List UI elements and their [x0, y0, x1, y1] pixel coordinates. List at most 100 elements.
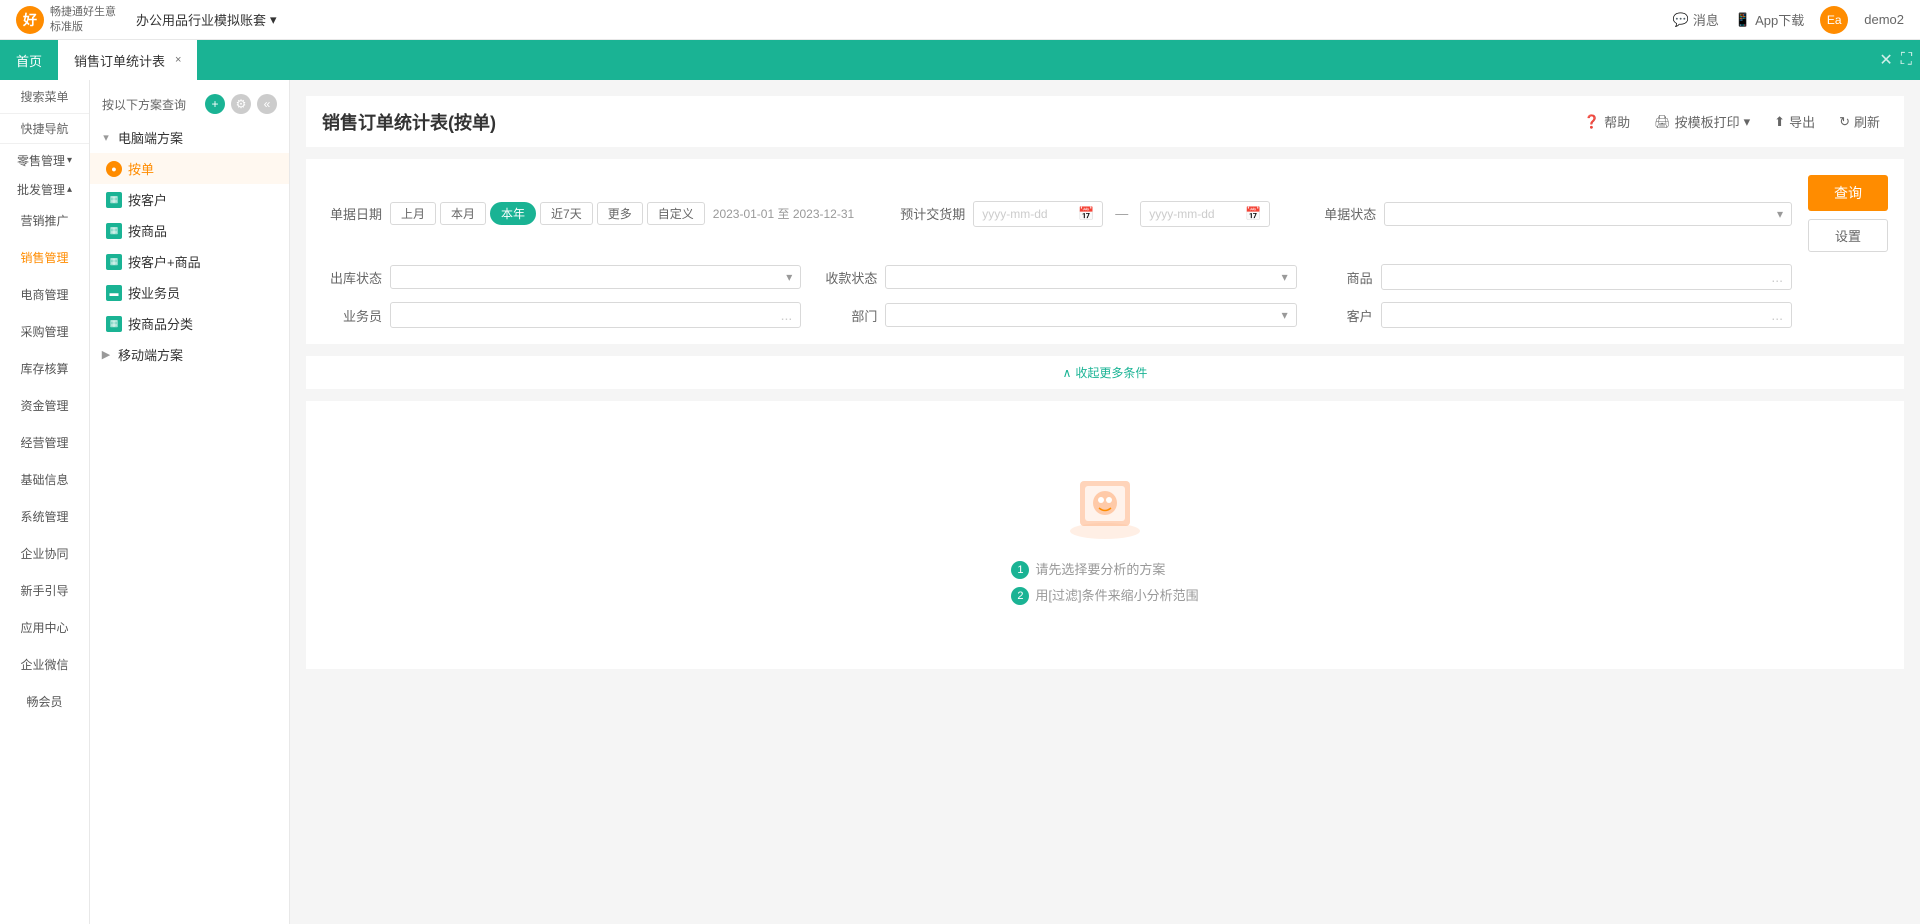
collapse-bar[interactable]: ∧ 收起更多条件 — [306, 356, 1904, 389]
sidebar-item-wechat[interactable]: 企业微信 — [0, 646, 89, 683]
sidebar-item-member[interactable]: 畅会员 — [0, 683, 89, 720]
pay-status-select[interactable]: ▾ — [885, 265, 1296, 289]
more-icon: ... — [1771, 269, 1783, 285]
circle-icon: ● — [106, 161, 122, 177]
sidebar-item-inventory[interactable]: 库存核算 — [0, 350, 89, 387]
query-actions: 查询 设置 — [1808, 175, 1888, 252]
print-button[interactable]: 🖨 按模板打印 ▾ — [1646, 108, 1758, 135]
chevron-down-icon: ▾ — [1744, 114, 1751, 130]
left-panel: 按以下方案查询 + ⚙ « ▾ 电脑端方案 ● 按单 ▦ — [90, 80, 290, 924]
more-icon: ... — [781, 307, 793, 323]
page-content: 按以下方案查询 + ⚙ « ▾ 电脑端方案 ● 按单 ▦ — [90, 80, 1920, 924]
top-bar: 好 畅捷通好生意 标准版 办公用品行业模拟账套 ▾ 💬 消息 📱 App下载 E… — [0, 0, 1920, 40]
expected-date-end[interactable]: yyyy-mm-dd 📅 — [1140, 201, 1270, 227]
tree-parent-desktop[interactable]: ▾ 电脑端方案 — [90, 122, 289, 153]
staff-filter: 业务员 ... — [322, 302, 801, 328]
grid-icon: ▦ — [106, 254, 122, 270]
logo-text: 畅捷通好生意 标准版 — [50, 5, 116, 34]
app-download-button[interactable]: 📱 App下载 — [1735, 10, 1804, 29]
tab-active[interactable]: 销售订单统计表 × — [58, 40, 197, 80]
hint-item-1: 1 请先选择要分析的方案 — [1011, 557, 1198, 583]
expected-date-start[interactable]: yyyy-mm-dd 📅 — [973, 201, 1103, 227]
goods-input[interactable]: ... — [1381, 264, 1792, 290]
tree-item-by-category[interactable]: ▦ 按商品分类 — [90, 308, 289, 339]
chevron-down-icon: ▾ — [270, 12, 277, 28]
status-filter: 单据状态 ▾ — [1316, 202, 1792, 226]
sidebar-item-cooperation[interactable]: 企业协同 — [0, 535, 89, 572]
export-button[interactable]: ⬆ 导出 — [1766, 108, 1823, 135]
chevron-down-icon: ▾ — [1282, 270, 1288, 284]
status-label: 单据状态 — [1316, 204, 1376, 223]
sidebar-item-newbie[interactable]: 新手引导 — [0, 572, 89, 609]
help-button[interactable]: ❓ 帮助 — [1576, 108, 1638, 135]
sidebar-item-sales[interactable]: 销售管理 — [0, 239, 89, 276]
date-btn-this-year[interactable]: 本年 — [490, 202, 536, 225]
date-btn-custom[interactable]: 自定义 — [647, 202, 705, 225]
message-button[interactable]: 💬 消息 — [1673, 10, 1719, 29]
goods-filter: 商品 ... — [1313, 264, 1792, 290]
tab-home[interactable]: 首页 — [0, 40, 58, 80]
avatar[interactable]: Ea — [1820, 6, 1848, 34]
left-panel-header: 按以下方案查询 + ⚙ « — [90, 90, 289, 122]
sidebar-item-marketing[interactable]: 营销推广 — [0, 202, 89, 239]
settings-button[interactable]: 设置 — [1808, 219, 1888, 252]
page-header: 销售订单统计表(按单) ❓ 帮助 🖨 按模板打印 ▾ ⬆ — [306, 96, 1904, 147]
print-icon: 🖨 — [1654, 114, 1671, 130]
chevron-up-icon: ∧ — [1063, 366, 1072, 380]
sidebar-item-purchase[interactable]: 采购管理 — [0, 313, 89, 350]
filter-row-2: 出库状态 ▾ 收款状态 ▾ — [322, 264, 1888, 290]
add-scheme-button[interactable]: + — [205, 94, 225, 114]
mobile-scheme-label: 移动端方案 — [118, 345, 183, 364]
sidebar-item-retail[interactable]: 零售管理 ▾ — [0, 144, 89, 173]
sidebar-item-basic[interactable]: 基础信息 — [0, 461, 89, 498]
tree-parent-mobile[interactable]: ▶ 移动端方案 — [90, 339, 289, 370]
tree-item-by-order[interactable]: ● 按单 — [90, 153, 289, 184]
tree-item-by-staff[interactable]: ▬ 按业务员 — [90, 277, 289, 308]
date-filter: 单据日期 上月 本月 本年 近7天 更多 自定义 2023-01-01 至 20… — [322, 202, 854, 225]
page-title: 销售订单统计表(按单) — [322, 109, 496, 135]
stock-status-select[interactable]: ▾ — [390, 265, 801, 289]
tab-close-button[interactable]: × — [175, 54, 181, 66]
query-button[interactable]: 查询 — [1808, 175, 1888, 211]
tree-item-by-customer-goods[interactable]: ▦ 按客户+商品 — [90, 246, 289, 277]
grid-icon: ▦ — [106, 192, 122, 208]
calendar-icon: 📅 — [1245, 206, 1261, 222]
date-btn-7days[interactable]: 近7天 — [540, 202, 593, 225]
app-selector[interactable]: 办公用品行业模拟账套 ▾ — [136, 10, 277, 29]
status-select[interactable]: ▾ — [1384, 202, 1792, 226]
expected-date-filter: 预计交货期 yyyy-mm-dd 📅 — yyyy-mm-dd 📅 — [900, 201, 1270, 227]
stock-status-label: 出库状态 — [322, 268, 382, 287]
setting-scheme-button[interactable]: ⚙ — [231, 94, 251, 114]
export-icon: ⬆ — [1774, 114, 1785, 130]
grid-icon: ▦ — [106, 316, 122, 332]
staff-input[interactable]: ... — [390, 302, 801, 328]
help-icon: ❓ — [1584, 114, 1600, 130]
sidebar-search[interactable]: 搜索菜单 — [0, 80, 89, 114]
customer-label: 客户 — [1313, 306, 1373, 325]
sidebar-item-wholesale[interactable]: 批发管理 ▴ — [0, 173, 89, 202]
date-btn-more[interactable]: 更多 — [597, 202, 643, 225]
sidebar-item-finance[interactable]: 资金管理 — [0, 387, 89, 424]
sidebar-item-ecommerce[interactable]: 电商管理 — [0, 276, 89, 313]
sidebar-quick-nav[interactable]: 快捷导航 — [0, 114, 89, 144]
dept-select[interactable]: ▾ — [885, 303, 1296, 327]
customer-filter: 客户 ... — [1313, 302, 1792, 328]
sidebar-item-management[interactable]: 经营管理 — [0, 424, 89, 461]
tab-maximize-button[interactable]: ⛶ — [1901, 51, 1912, 69]
sidebar-item-system[interactable]: 系统管理 — [0, 498, 89, 535]
date-btn-last-month[interactable]: 上月 — [390, 202, 436, 225]
refresh-button[interactable]: ↻ 刷新 — [1831, 108, 1888, 135]
chevron-down-icon: ▾ — [1282, 308, 1288, 322]
sidebar-item-appcenter[interactable]: 应用中心 — [0, 609, 89, 646]
expected-date-label: 预计交货期 — [900, 204, 965, 223]
page-header-actions: ❓ 帮助 🖨 按模板打印 ▾ ⬆ 导出 ↻ — [1576, 108, 1888, 135]
hint-num-1: 1 — [1011, 561, 1029, 579]
date-btn-this-month[interactable]: 本月 — [440, 202, 486, 225]
collapse-panel-button[interactable]: « — [257, 94, 277, 114]
tab-bar-actions: ✕ ⛶ — [1879, 50, 1920, 70]
tree-item-by-goods[interactable]: ▦ 按商品 — [90, 215, 289, 246]
customer-input[interactable]: ... — [1381, 302, 1792, 328]
tree-item-by-customer[interactable]: ▦ 按客户 — [90, 184, 289, 215]
tab-close-all-button[interactable]: ✕ — [1879, 50, 1892, 70]
filter-row-3: 业务员 ... 部门 ▾ — [322, 302, 1888, 328]
